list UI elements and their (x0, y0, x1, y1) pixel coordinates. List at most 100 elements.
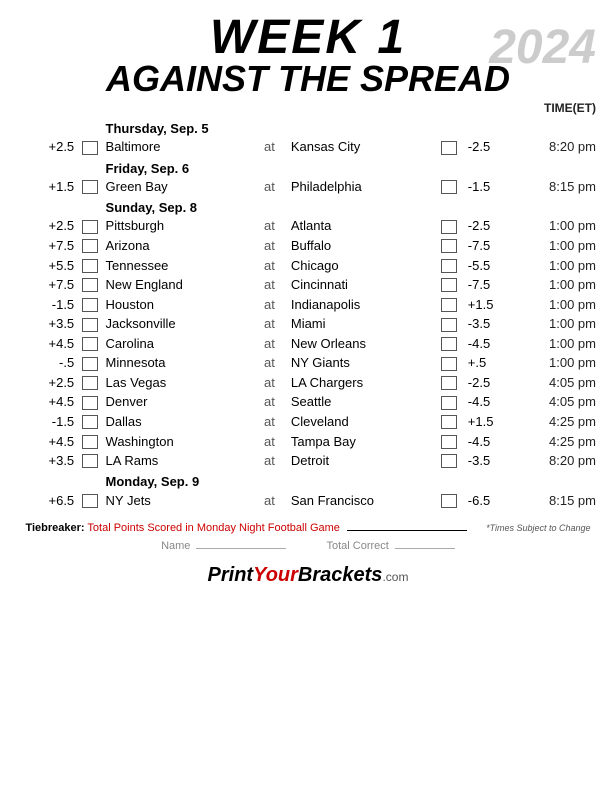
home-checkbox[interactable] (441, 239, 457, 253)
home-spread: -2.5 (465, 373, 522, 393)
away-checkbox-cell[interactable] (74, 373, 105, 393)
home-spread: -3.5 (465, 451, 522, 471)
brand-footer: PrintYourBrackets.com (0, 564, 616, 595)
home-checkbox-cell[interactable] (433, 412, 464, 432)
away-checkbox-cell[interactable] (74, 177, 105, 197)
away-checkbox-cell[interactable] (74, 275, 105, 295)
home-checkbox[interactable] (441, 180, 457, 194)
away-checkbox-cell[interactable] (74, 216, 105, 236)
home-checkbox-cell[interactable] (433, 490, 464, 510)
total-label: Total Correct (326, 540, 454, 552)
home-checkbox[interactable] (441, 376, 457, 390)
away-spread: +3.5 (20, 451, 74, 471)
home-checkbox[interactable] (441, 415, 457, 429)
away-checkbox[interactable] (82, 298, 98, 312)
table-row: -1.5 Houston at Indianapolis +1.5 1:00 p… (20, 294, 596, 314)
away-checkbox[interactable] (82, 278, 98, 292)
home-checkbox[interactable] (441, 318, 457, 332)
away-team: Denver (106, 392, 249, 412)
away-checkbox[interactable] (82, 357, 98, 371)
away-checkbox[interactable] (82, 494, 98, 508)
day-header-row: Monday, Sep. 9 (20, 470, 596, 490)
game-time: 1:00 pm (522, 216, 596, 236)
tiebreaker-line (347, 530, 467, 531)
home-checkbox-cell[interactable] (433, 236, 464, 256)
away-checkbox[interactable] (82, 220, 98, 234)
home-checkbox-cell[interactable] (433, 353, 464, 373)
home-team: NY Giants (291, 353, 434, 373)
away-checkbox-cell[interactable] (74, 412, 105, 432)
away-checkbox-cell[interactable] (74, 294, 105, 314)
away-spread: +7.5 (20, 275, 74, 295)
home-checkbox-cell[interactable] (433, 451, 464, 471)
away-checkbox[interactable] (82, 239, 98, 253)
home-checkbox-cell[interactable] (433, 216, 464, 236)
away-checkbox[interactable] (82, 376, 98, 390)
brand-brackets: Brackets (298, 564, 383, 586)
home-checkbox[interactable] (441, 298, 457, 312)
home-checkbox-cell[interactable] (433, 177, 464, 197)
away-checkbox-cell[interactable] (74, 431, 105, 451)
away-checkbox[interactable] (82, 318, 98, 332)
away-checkbox[interactable] (82, 141, 98, 155)
home-checkbox-cell[interactable] (433, 294, 464, 314)
home-checkbox[interactable] (441, 357, 457, 371)
away-checkbox-cell[interactable] (74, 137, 105, 157)
at-separator: at (248, 314, 291, 334)
home-checkbox-cell[interactable] (433, 255, 464, 275)
home-checkbox[interactable] (441, 259, 457, 273)
home-spread: -6.5 (465, 490, 522, 510)
home-team: Chicago (291, 255, 434, 275)
at-separator: at (248, 137, 291, 157)
home-checkbox[interactable] (441, 396, 457, 410)
home-checkbox[interactable] (441, 220, 457, 234)
away-checkbox[interactable] (82, 454, 98, 468)
at-separator: at (248, 412, 291, 432)
home-checkbox-cell[interactable] (433, 431, 464, 451)
home-checkbox[interactable] (441, 337, 457, 351)
table-row: +7.5 New England at Cincinnati -7.5 1:00… (20, 275, 596, 295)
home-checkbox[interactable] (441, 454, 457, 468)
away-checkbox[interactable] (82, 396, 98, 410)
home-checkbox-cell[interactable] (433, 314, 464, 334)
home-checkbox[interactable] (441, 141, 457, 155)
home-checkbox-cell[interactable] (433, 275, 464, 295)
home-spread: -1.5 (465, 177, 522, 197)
away-checkbox-cell[interactable] (74, 490, 105, 510)
home-checkbox-cell[interactable] (433, 137, 464, 157)
game-time: 4:25 pm (522, 412, 596, 432)
table-row: +6.5 NY Jets at San Francisco -6.5 8:15 … (20, 490, 596, 510)
away-checkbox-cell[interactable] (74, 451, 105, 471)
page-header: WEEK 1 2024 AGAINST THE SPREAD (0, 0, 616, 101)
home-checkbox-cell[interactable] (433, 334, 464, 354)
day-header-row: Friday, Sep. 6 (20, 157, 596, 177)
away-checkbox[interactable] (82, 337, 98, 351)
away-checkbox[interactable] (82, 180, 98, 194)
away-checkbox-cell[interactable] (74, 255, 105, 275)
home-team: Philadelphia (291, 177, 434, 197)
away-checkbox-cell[interactable] (74, 314, 105, 334)
away-spread: +2.5 (20, 216, 74, 236)
away-checkbox-cell[interactable] (74, 392, 105, 412)
game-time: 8:15 pm (522, 490, 596, 510)
home-team: Seattle (291, 392, 434, 412)
home-checkbox[interactable] (441, 435, 457, 449)
game-time: 8:15 pm (522, 177, 596, 197)
home-checkbox[interactable] (441, 494, 457, 508)
away-checkbox[interactable] (82, 435, 98, 449)
brand-dotcom: .com (382, 570, 408, 584)
away-checkbox-cell[interactable] (74, 353, 105, 373)
home-checkbox[interactable] (441, 278, 457, 292)
game-time: 8:20 pm (522, 451, 596, 471)
away-spread: +7.5 (20, 236, 74, 256)
table-row: +4.5 Washington at Tampa Bay -4.5 4:25 p… (20, 431, 596, 451)
home-checkbox-cell[interactable] (433, 392, 464, 412)
away-team: Dallas (106, 412, 249, 432)
home-checkbox-cell[interactable] (433, 373, 464, 393)
column-header-row: TIME(ET) (20, 101, 596, 117)
away-checkbox[interactable] (82, 415, 98, 429)
home-spread: +.5 (465, 353, 522, 373)
away-checkbox-cell[interactable] (74, 236, 105, 256)
away-checkbox[interactable] (82, 259, 98, 273)
away-checkbox-cell[interactable] (74, 334, 105, 354)
